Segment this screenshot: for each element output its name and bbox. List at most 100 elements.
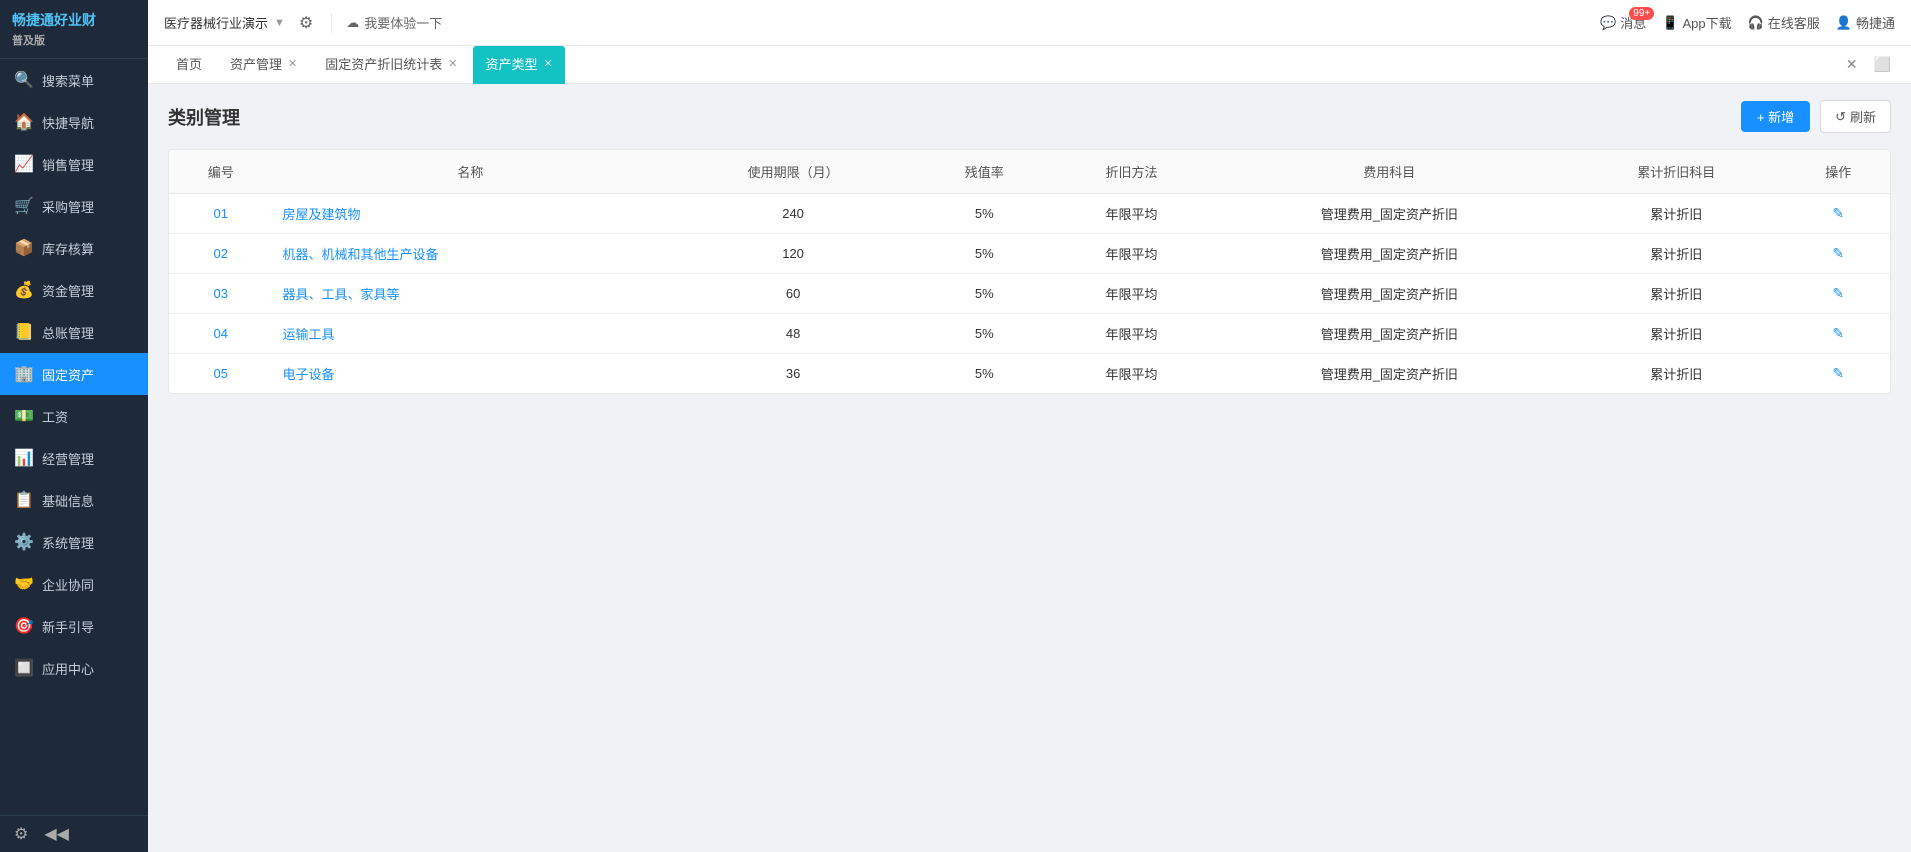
tab-label: 资产类型: [485, 54, 537, 73]
sidebar-nav: 🔍 搜索菜单 🏠快捷导航📈销售管理🛒采购管理📦库存核算 💰 资金管理 📒总账管理🏢固定资产…: [0, 59, 148, 815]
app-download-label: App下载: [1682, 13, 1731, 32]
sidebar-logo: 畅捷通好业财 普及版: [0, 0, 148, 59]
edit-icon[interactable]: ✎: [1786, 234, 1890, 274]
header-right: 💬 消息 99+ 📱 App下载 🎧 在线客服 👤 畅捷通: [1600, 13, 1895, 32]
table-cell: 年限平均: [1051, 314, 1213, 354]
sidebar-item-app-center[interactable]: 🔲应用中心: [0, 647, 148, 689]
tab-home[interactable]: 首页: [164, 46, 214, 84]
sidebar-item-ledger[interactable]: 📒总账管理: [0, 311, 148, 353]
table-row: 02机器、机械和其他生产设备1205%年限平均管理费用_固定资产折旧累计折旧✎: [169, 234, 1890, 274]
table-cell: 60: [668, 274, 918, 314]
tab-depreciation-stats[interactable]: 固定资产折旧统计表✕: [313, 46, 469, 84]
user-icon: 👤: [1836, 15, 1852, 31]
online-service-button[interactable]: 🎧 在线客服: [1748, 13, 1820, 32]
table-cell: 年限平均: [1051, 274, 1213, 314]
sidebar-item-fixed-assets[interactable]: 🏢固定资产: [0, 353, 148, 395]
table-body: 01房屋及建筑物2405%年限平均管理费用_固定资产折旧累计折旧✎02机器、机械…: [169, 194, 1890, 394]
tab-asset-type[interactable]: 资产类型 ✕: [473, 46, 564, 84]
maximize-window-icon[interactable]: ⬜: [1870, 54, 1895, 75]
table-cell: 管理费用_固定资产折旧: [1213, 314, 1567, 354]
sidebar-item-guide[interactable]: 🎯新手引导: [0, 605, 148, 647]
enterprise-icon: 🤝: [14, 574, 34, 594]
tab-asset-mgmt[interactable]: 资产管理✕: [218, 46, 309, 84]
cloud-icon: ☁: [346, 15, 359, 31]
main-area: 医疗器械行业演示 ▼ ⚙ ☁ 我要体验一下 💬 消息 99+ 📱 App下载 🎧…: [148, 0, 1911, 852]
table-cell: 房屋及建筑物: [272, 194, 668, 234]
sidebar-item-label: 搜索菜单: [42, 71, 94, 90]
table-cell: 5%: [918, 354, 1051, 394]
guide-icon: 🎯: [14, 616, 34, 636]
table-cell: 05: [169, 354, 272, 394]
edit-icon[interactable]: ✎: [1786, 274, 1890, 314]
experience-label: 我要体验一下: [364, 13, 442, 32]
table-row: 01房屋及建筑物2405%年限平均管理费用_固定资产折旧累计折旧✎: [169, 194, 1890, 234]
sidebar-item-sales[interactable]: 📈销售管理: [0, 143, 148, 185]
table-column-header: 使用期限（月）: [668, 150, 918, 194]
sidebar-item-label: 销售管理: [42, 155, 94, 174]
message-button[interactable]: 💬 消息 99+: [1600, 13, 1646, 32]
table-cell: 累计折旧: [1566, 354, 1786, 394]
inventory-icon: 📦: [14, 238, 34, 258]
sidebar-item-search[interactable]: 🔍 搜索菜单: [0, 59, 148, 101]
table-column-header: 名称: [272, 150, 668, 194]
header-gear-icon[interactable]: ⚙: [295, 9, 317, 37]
sidebar-item-basic-info[interactable]: 📋基础信息: [0, 479, 148, 521]
close-window-icon[interactable]: ✕: [1842, 54, 1862, 75]
search-icon: 🔍: [14, 70, 34, 90]
table-column-header: 操作: [1786, 150, 1890, 194]
table-wrapper: 编号名称使用期限（月）残值率折旧方法费用科目累计折旧科目操作 01房屋及建筑物2…: [168, 149, 1891, 394]
message-badge: 99+: [1629, 7, 1654, 20]
refresh-button[interactable]: ↺ 刷新: [1820, 100, 1891, 133]
sidebar-item-label: 固定资产: [42, 365, 94, 384]
experience-button[interactable]: ☁ 我要体验一下: [346, 13, 442, 32]
table-cell: 累计折旧: [1566, 194, 1786, 234]
sidebar-item-label: 工资: [42, 407, 68, 426]
table-cell: 器具、工具、家具等: [272, 274, 668, 314]
sidebar-item-label: 快捷导航: [42, 113, 94, 132]
table-cell: 03: [169, 274, 272, 314]
table-cell: 管理费用_固定资产折旧: [1213, 194, 1567, 234]
tab-close-icon[interactable]: ✕: [448, 57, 457, 70]
app-download-button[interactable]: 📱 App下载: [1662, 13, 1731, 32]
table-cell: 120: [668, 234, 918, 274]
table-cell: 36: [668, 354, 918, 394]
sidebar-item-purchase[interactable]: 🛒采购管理: [0, 185, 148, 227]
edit-icon[interactable]: ✎: [1786, 194, 1890, 234]
tab-close-icon[interactable]: ✕: [544, 57, 553, 70]
user-label: 畅捷通: [1856, 13, 1895, 32]
sidebar-item-inventory[interactable]: 📦库存核算: [0, 227, 148, 269]
operation-icon: 📊: [14, 448, 34, 468]
table-row: 03器具、工具、家具等605%年限平均管理费用_固定资产折旧累计折旧✎: [169, 274, 1890, 314]
table-column-header: 费用科目: [1213, 150, 1567, 194]
funds-icon: 💰: [14, 280, 34, 300]
table-column-header: 折旧方法: [1051, 150, 1213, 194]
table-cell: 运输工具: [272, 314, 668, 354]
table-cell: 管理费用_固定资产折旧: [1213, 274, 1567, 314]
table-cell: 5%: [918, 234, 1051, 274]
sidebar-item-system[interactable]: ⚙️系统管理: [0, 521, 148, 563]
table-cell: 年限平均: [1051, 194, 1213, 234]
tab-close-icon[interactable]: ✕: [288, 57, 297, 70]
sidebar-item-enterprise[interactable]: 🤝企业协同: [0, 563, 148, 605]
table-row: 04运输工具485%年限平均管理费用_固定资产折旧累计折旧✎: [169, 314, 1890, 354]
sidebar-item-label: 资金管理: [42, 281, 94, 300]
sidebar: 畅捷通好业财 普及版 🔍 搜索菜单 🏠快捷导航📈销售管理🛒采购管理📦库存核算 💰 资金管…: [0, 0, 148, 852]
sidebar-item-operation[interactable]: 📊经营管理: [0, 437, 148, 479]
table-cell: 5%: [918, 274, 1051, 314]
refresh-label: 刷新: [1850, 107, 1876, 126]
sidebar-item-salary[interactable]: 💵工资: [0, 395, 148, 437]
sidebar-item-quick-nav[interactable]: 🏠快捷导航: [0, 101, 148, 143]
new-button[interactable]: + 新增: [1741, 101, 1810, 132]
settings-icon[interactable]: ⚙: [14, 824, 28, 844]
user-menu[interactable]: 👤 畅捷通: [1836, 13, 1895, 32]
ledger-icon: 📒: [14, 322, 34, 342]
edit-icon[interactable]: ✎: [1786, 354, 1890, 394]
sidebar-item-funds[interactable]: 💰 资金管理: [0, 269, 148, 311]
company-selector[interactable]: 医疗器械行业演示 ▼: [164, 13, 285, 32]
table-cell: 240: [668, 194, 918, 234]
tab-label: 首页: [176, 54, 202, 73]
table-cell: 48: [668, 314, 918, 354]
collapse-icon[interactable]: ◀◀: [44, 824, 69, 844]
edit-icon[interactable]: ✎: [1786, 314, 1890, 354]
table-cell: 管理费用_固定资产折旧: [1213, 354, 1567, 394]
